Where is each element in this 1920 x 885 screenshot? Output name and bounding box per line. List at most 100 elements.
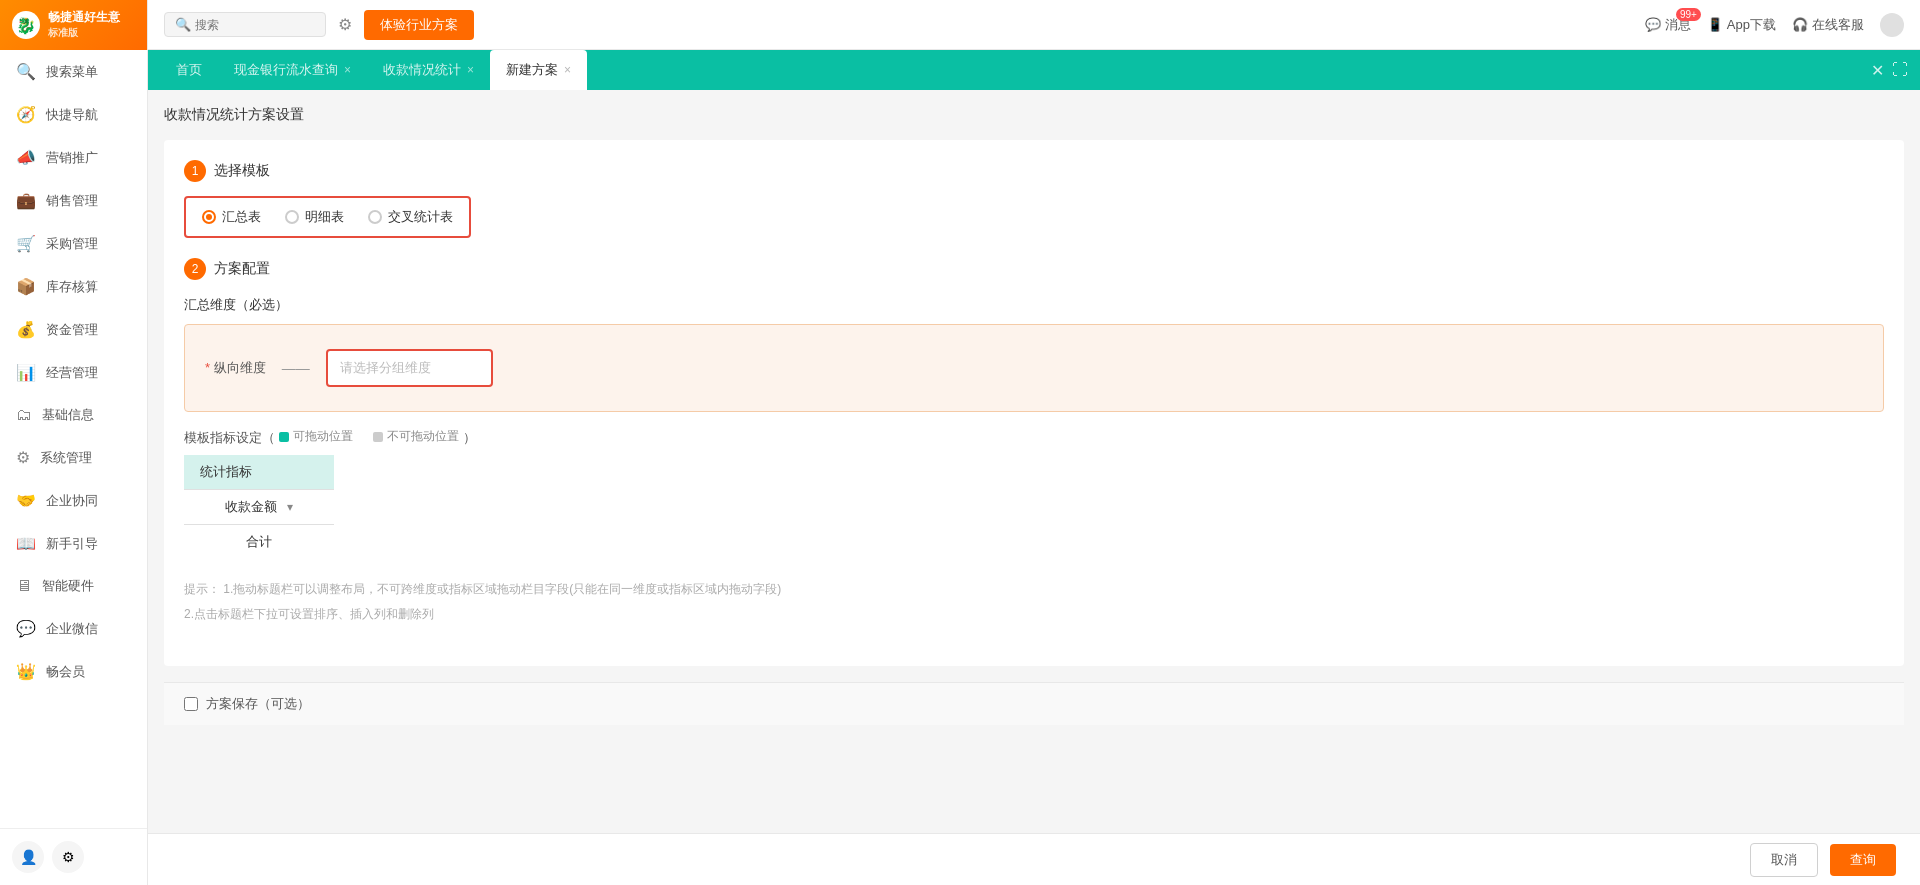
- query-button[interactable]: 查询: [1830, 844, 1896, 876]
- tips-section: 提示： 1.拖动标题栏可以调整布局，不可跨维度或指标区域拖动栏目字段(只能在同一…: [184, 579, 1884, 626]
- topbar-actions: 💬 消息 99+ 📱 App下载 🎧 在线客服: [1645, 13, 1904, 37]
- step1-section: 1 选择模板 汇总表 明细表 交叉统计表: [184, 160, 1884, 238]
- radio-detail-circle: [285, 210, 299, 224]
- nav-label-13: 企业微信: [46, 620, 98, 638]
- draggable-label: 可拖动位置: [279, 428, 353, 445]
- main-area: 🔍 ⚙ 体验行业方案 💬 消息 99+ 📱 App下载 🎧 在线客服: [148, 0, 1920, 885]
- download-icon: 📱: [1707, 17, 1723, 32]
- nav-label-10: 企业协同: [46, 492, 98, 510]
- nav-icon-3: 💼: [16, 191, 36, 210]
- metrics-header-end: ）: [463, 430, 476, 445]
- footer-section: 方案保存（可选）: [164, 682, 1904, 725]
- tabs-right-controls: ✕ ⛶: [1871, 61, 1908, 80]
- user-item[interactable]: [1880, 13, 1904, 37]
- sidebar-item-0[interactable]: 🔍 搜索菜单: [0, 50, 147, 93]
- metrics-left: 统计指标 收款金额 ▾ 合计: [184, 455, 334, 559]
- radio-detail-label: 明细表: [305, 208, 344, 226]
- sidebar-item-3[interactable]: 💼 销售管理: [0, 179, 147, 222]
- sidebar-logo: 🐉 畅捷通好生意 标准版: [0, 0, 147, 50]
- nav-label-9: 系统管理: [40, 449, 92, 467]
- nav-icon-7: 📊: [16, 363, 36, 382]
- nav-label-1: 快捷导航: [46, 106, 98, 124]
- radio-summary[interactable]: 汇总表: [202, 208, 261, 226]
- search-icon: 🔍: [175, 17, 191, 32]
- sidebar-item-14[interactable]: 👑畅会员: [0, 650, 147, 693]
- nav-label-2: 营销推广: [46, 149, 98, 167]
- tab-cashflow-close[interactable]: ×: [344, 63, 351, 77]
- notification-item[interactable]: 💬 消息 99+: [1645, 16, 1691, 34]
- sidebar-item-12[interactable]: 🖥智能硬件: [0, 565, 147, 607]
- step1-title: 选择模板: [214, 162, 270, 180]
- nav-label-5: 库存核算: [46, 278, 98, 296]
- tabs-close-icon[interactable]: ✕: [1871, 61, 1884, 80]
- sidebar-item-13[interactable]: 💬企业微信: [0, 607, 147, 650]
- sidebar-item-2[interactable]: 📣 营销推广: [0, 136, 147, 179]
- sidebar-item-8[interactable]: 🗂基础信息: [0, 394, 147, 436]
- nav-icon-2: 📣: [16, 148, 36, 167]
- logo-edition: 标准版: [48, 26, 120, 40]
- sidebar-item-4[interactable]: 🛒 采购管理: [0, 222, 147, 265]
- metrics-category-header[interactable]: 统计指标: [184, 455, 334, 489]
- nav-icon-6: 💰: [16, 320, 36, 339]
- nav-label-8: 基础信息: [42, 406, 94, 424]
- search-box[interactable]: 🔍: [164, 12, 326, 37]
- save-plan-checkbox[interactable]: [184, 697, 198, 711]
- dimension-arrow: ——: [282, 360, 310, 376]
- nav-icon-14: 👑: [16, 662, 36, 681]
- service-item[interactable]: 🎧 在线客服: [1792, 16, 1864, 34]
- tab-new-plan-close[interactable]: ×: [564, 63, 571, 77]
- sidebar-item-11[interactable]: 📖新手引导: [0, 522, 147, 565]
- search-input[interactable]: [195, 18, 315, 32]
- tab-home[interactable]: 首页: [160, 50, 218, 90]
- settings-icon[interactable]: ⚙: [338, 15, 352, 34]
- sidebar-item-7[interactable]: 📊经营管理: [0, 351, 147, 394]
- radio-cross-label: 交叉统计表: [388, 208, 453, 226]
- download-label: App下载: [1727, 16, 1776, 34]
- tip-2: 2.点击标题栏下拉可设置排序、插入列和删除列: [184, 604, 1884, 626]
- step2-num: 2: [184, 258, 206, 280]
- tab-new-plan-label: 新建方案: [506, 61, 558, 79]
- metrics-header: 模板指标设定（ 可拖动位置 不可拖动位置 ）: [184, 428, 1884, 447]
- tab-receipts[interactable]: 收款情况统计 ×: [367, 50, 490, 90]
- tab-receipts-label: 收款情况统计: [383, 61, 461, 79]
- sidebar-item-1[interactable]: 🧭快捷导航: [0, 93, 147, 136]
- tab-receipts-close[interactable]: ×: [467, 63, 474, 77]
- bottom-action-bar: 取消 查询: [148, 833, 1920, 885]
- drag-dot: [279, 432, 289, 442]
- sidebar-item-5[interactable]: 📦库存核算: [0, 265, 147, 308]
- sidebar: 🐉 畅捷通好生意 标准版 🔍 搜索菜单 🧭快捷导航 📣 营销推广 💼 销售管理 🛒 采购管理 📦库…: [0, 0, 148, 885]
- download-item[interactable]: 📱 App下载: [1707, 16, 1776, 34]
- nav-icon-0: 🔍: [16, 62, 36, 81]
- step1-header: 1 选择模板: [184, 160, 1884, 182]
- metrics-header-mid: [356, 430, 369, 445]
- metrics-dropdown-icon: ▾: [287, 500, 293, 514]
- sidebar-item-10[interactable]: 🤝企业协同: [0, 479, 147, 522]
- user-avatar: [1880, 13, 1904, 37]
- nav-label-3: 销售管理: [46, 192, 98, 210]
- metrics-section: 模板指标设定（ 可拖动位置 不可拖动位置 ）: [184, 428, 1884, 559]
- nav-label-0: 搜索菜单: [46, 63, 98, 81]
- sidebar-bottom-icon-1[interactable]: 👤: [12, 841, 44, 873]
- metrics-col-header-cell[interactable]: 收款金额 ▾: [184, 489, 334, 524]
- radio-cross[interactable]: 交叉统计表: [368, 208, 453, 226]
- tabs-expand-icon[interactable]: ⛶: [1892, 61, 1908, 80]
- step2-title: 方案配置: [214, 260, 270, 278]
- dimension-selector[interactable]: 请选择分组维度: [326, 349, 493, 387]
- nav-label-4: 采购管理: [46, 235, 98, 253]
- tab-new-plan[interactable]: 新建方案 ×: [490, 50, 587, 90]
- nav-label-6: 资金管理: [46, 321, 98, 339]
- dimension-area: 纵向维度 —— 请选择分组维度: [184, 324, 1884, 412]
- vertical-dim-label: 纵向维度: [205, 359, 266, 377]
- config-section: 汇总维度（必选） 纵向维度 —— 请选择分组维度: [184, 296, 1884, 626]
- sidebar-bottom-icon-2[interactable]: ⚙: [52, 841, 84, 873]
- cancel-button[interactable]: 取消: [1750, 843, 1818, 877]
- nav-label-11: 新手引导: [46, 535, 98, 553]
- sidebar-nav: 🔍 搜索菜单 🧭快捷导航 📣 营销推广 💼 销售管理 🛒 采购管理 📦库存核算 💰 资金管理 📊经营管理…: [0, 50, 147, 828]
- radio-detail[interactable]: 明细表: [285, 208, 344, 226]
- tab-cashflow[interactable]: 现金银行流水查询 ×: [218, 50, 367, 90]
- page-title: 收款情况统计方案设置: [164, 106, 1904, 124]
- sidebar-item-6[interactable]: 💰 资金管理: [0, 308, 147, 351]
- sidebar-item-9[interactable]: ⚙系统管理: [0, 436, 147, 479]
- nav-icon-4: 🛒: [16, 234, 36, 253]
- trial-button[interactable]: 体验行业方案: [364, 10, 474, 40]
